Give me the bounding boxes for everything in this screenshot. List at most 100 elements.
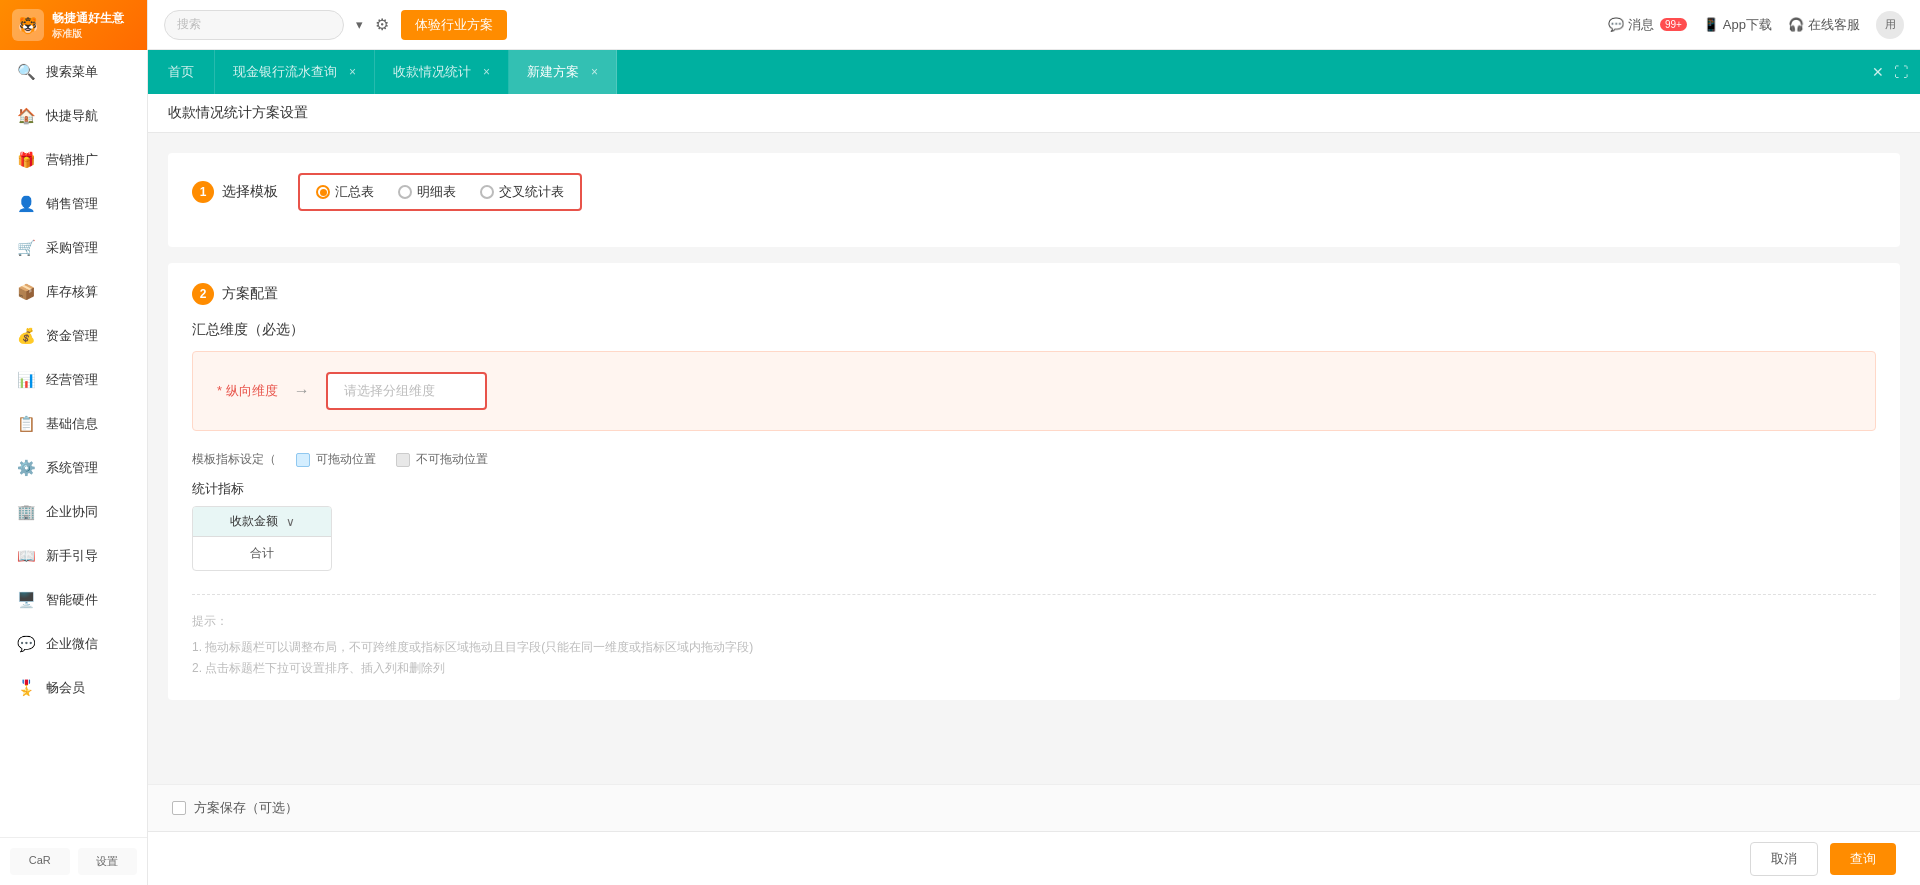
sidebar-label-inventory: 库存核算: [46, 283, 98, 301]
medal-icon: 🎖️: [16, 678, 36, 698]
tab-payment[interactable]: 收款情况统计 ×: [375, 50, 509, 94]
sidebar-item-quicknav[interactable]: 🏠 快捷导航: [0, 94, 147, 138]
sidebar-item-sales[interactable]: 👤 销售管理: [0, 182, 147, 226]
box-icon: 📦: [16, 282, 36, 302]
window-close-icon[interactable]: ✕: [1872, 64, 1884, 80]
cart-icon: 🛒: [16, 238, 36, 258]
dimension-area: * 纵向维度 → 请选择分组维度: [192, 351, 1876, 431]
radio-cross[interactable]: 交叉统计表: [480, 183, 564, 201]
header-left: 搜索 ▾ ⚙ 体验行业方案: [164, 10, 507, 40]
indicator-section: 模板指标设定（ 可拖动位置 不可拖动位置 统计指标: [192, 451, 1876, 680]
edition-badge: 标准版: [52, 27, 124, 41]
sidebar-label-guide: 新手引导: [46, 547, 98, 565]
book-icon: 📖: [16, 546, 36, 566]
sidebar-label-operation: 经营管理: [46, 371, 98, 389]
tips-section: 提示： 1. 拖动标题栏可以调整布局，不可跨维度或指标区域拖动且目字段(只能在同…: [192, 594, 1876, 680]
sidebar-item-enterprise[interactable]: 🏢 企业协同: [0, 490, 147, 534]
notification-item[interactable]: 💬 消息 99+: [1608, 16, 1687, 34]
sidebar-item-operation[interactable]: 📊 经营管理: [0, 358, 147, 402]
main-area: 搜索 ▾ ⚙ 体验行业方案 💬 消息 99+ 📱 App下载 🎧 在线客服 用: [148, 0, 1920, 885]
dimension-placeholder: 请选择分组维度: [344, 383, 435, 398]
radio-detail-label: 明细表: [417, 183, 456, 201]
chevron-down-icon[interactable]: ∨: [286, 515, 295, 529]
tab-cashflow-close[interactable]: ×: [349, 65, 356, 79]
indicator-header: 模板指标设定（ 可拖动位置 不可拖动位置: [192, 451, 1876, 468]
download-item[interactable]: 📱 App下载: [1703, 16, 1772, 34]
radio-cross-circle: [480, 185, 494, 199]
sidebar-item-inventory[interactable]: 📦 库存核算: [0, 270, 147, 314]
message-icon: 💬: [1608, 17, 1624, 32]
tab-payment-close[interactable]: ×: [483, 65, 490, 79]
window-expand-icon[interactable]: ⛶: [1894, 64, 1908, 80]
tab-home[interactable]: 首页: [148, 50, 215, 94]
radio-summary[interactable]: 汇总表: [316, 183, 374, 201]
step1-row: 1 选择模板 汇总表 明细表 交叉统计表: [192, 173, 1876, 211]
tip2: 2. 点击标题栏下拉可设置排序、插入列和删除列: [192, 658, 1876, 680]
page-title: 收款情况统计方案设置: [168, 104, 308, 120]
step1-number: 1: [192, 181, 214, 203]
required-star: *: [217, 383, 222, 398]
template-radio-group: 汇总表 明细表 交叉统计表: [298, 173, 582, 211]
save-checkbox[interactable]: [172, 801, 186, 815]
sidebar-bottom-car[interactable]: CaR: [10, 848, 70, 875]
query-button[interactable]: 查询: [1830, 843, 1896, 875]
radio-summary-label: 汇总表: [335, 183, 374, 201]
clipboard-icon: 📋: [16, 414, 36, 434]
user-icon: 👤: [16, 194, 36, 214]
tab-newplan[interactable]: 新建方案 ×: [509, 50, 617, 94]
sidebar-item-system[interactable]: ⚙️ 系统管理: [0, 446, 147, 490]
indicator-table-header[interactable]: 收款金额 ∨: [193, 507, 331, 537]
radio-cross-label: 交叉统计表: [499, 183, 564, 201]
sidebar-label-enterprise: 企业协同: [46, 503, 98, 521]
header-search-placeholder: 搜索: [177, 16, 201, 33]
step2-number: 2: [192, 283, 214, 305]
cancel-button[interactable]: 取消: [1750, 842, 1818, 876]
chat-icon: 💬: [16, 634, 36, 654]
tab-actions: ✕ ⛶: [1860, 64, 1920, 80]
dimension-arrow: →: [294, 382, 310, 400]
tab-newplan-label: 新建方案: [527, 63, 579, 81]
user-avatar[interactable]: 用: [1876, 11, 1904, 39]
gear-icon[interactable]: ⚙: [375, 15, 389, 34]
sidebar-item-search[interactable]: 🔍 搜索菜单: [0, 50, 147, 94]
indicator-table: 收款金额 ∨ 合计: [192, 506, 332, 571]
tab-newplan-close[interactable]: ×: [591, 65, 598, 79]
sidebar-item-wechat[interactable]: 💬 企业微信: [0, 622, 147, 666]
logo-icon: 🐯: [12, 9, 44, 41]
sidebar-item-hardware[interactable]: 🖥️ 智能硬件: [0, 578, 147, 622]
radio-detail[interactable]: 明细表: [398, 183, 456, 201]
tab-cashflow[interactable]: 现金银行流水查询 ×: [215, 50, 375, 94]
header-chevron-icon[interactable]: ▾: [356, 17, 363, 32]
tab-cashflow-label: 现金银行流水查询: [233, 63, 337, 81]
step2-row: 2 方案配置: [192, 283, 1876, 305]
sidebar-logo: 🐯 畅捷通好生意 标准版: [0, 0, 147, 50]
download-label: App下载: [1723, 16, 1772, 34]
service-item[interactable]: 🎧 在线客服: [1788, 16, 1860, 34]
money-icon: 💰: [16, 326, 36, 346]
radio-summary-circle: [316, 185, 330, 199]
sidebar-label-wechat: 企业微信: [46, 635, 98, 653]
sidebar-item-guide[interactable]: 📖 新手引导: [0, 534, 147, 578]
sidebar-item-basic[interactable]: 📋 基础信息: [0, 402, 147, 446]
sidebar-label-system: 系统管理: [46, 459, 98, 477]
dimension-select[interactable]: 请选择分组维度: [326, 372, 487, 410]
logo-text: 畅捷通好生意: [52, 10, 124, 27]
sidebar-item-member[interactable]: 🎖️ 畅会员: [0, 666, 147, 710]
sidebar-bottom-settings[interactable]: 设置: [78, 848, 138, 875]
save-section: 方案保存（可选）: [148, 784, 1920, 831]
industry-button[interactable]: 体验行业方案: [401, 10, 507, 40]
sidebar-label-finance: 资金管理: [46, 327, 98, 345]
step1-label: 选择模板: [222, 183, 278, 201]
dimension-title: 汇总维度（必选）: [192, 321, 1876, 339]
sidebar-item-marketing[interactable]: 🎁 营销推广: [0, 138, 147, 182]
sidebar-item-purchase[interactable]: 🛒 采购管理: [0, 226, 147, 270]
service-label: 在线客服: [1808, 16, 1860, 34]
notification-badge: 99+: [1660, 18, 1687, 31]
sidebar-item-finance[interactable]: 💰 资金管理: [0, 314, 147, 358]
sidebar-bottom: CaR 设置: [0, 837, 147, 885]
vertical-dimension-label: * 纵向维度: [217, 382, 278, 400]
sidebar-label-basic: 基础信息: [46, 415, 98, 433]
top-header: 搜索 ▾ ⚙ 体验行业方案 💬 消息 99+ 📱 App下载 🎧 在线客服 用: [148, 0, 1920, 50]
sidebar-label-quicknav: 快捷导航: [46, 107, 98, 125]
header-search-display: 搜索: [164, 10, 344, 40]
